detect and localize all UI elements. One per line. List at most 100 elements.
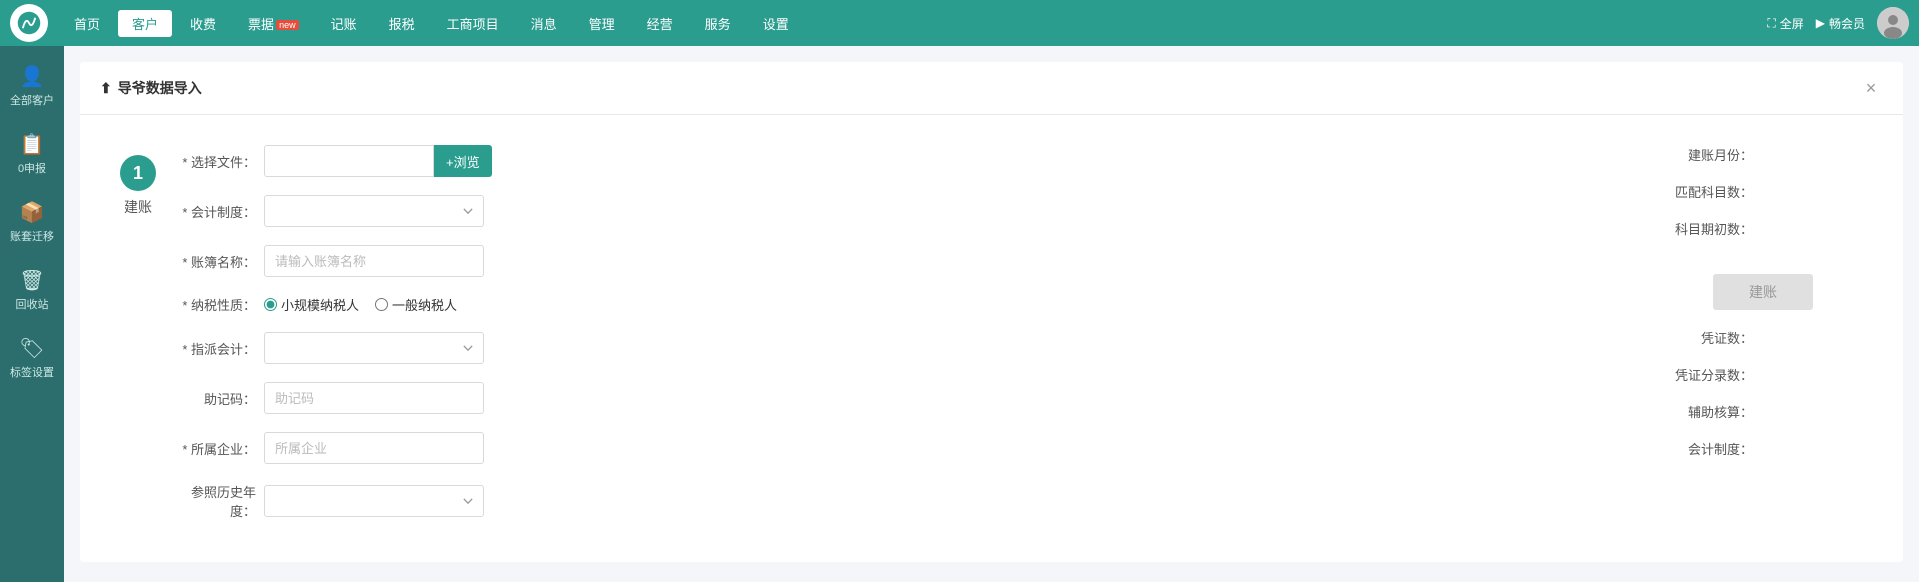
sidebar-item-label-recycle: 回收站 [16, 296, 49, 312]
system-row: 会计制度： [1663, 439, 1863, 458]
new-badge: new [276, 20, 299, 30]
nav-item-charge[interactable]: 收费 [176, 10, 230, 37]
accounting-select[interactable] [264, 195, 484, 227]
accountant-select[interactable] [264, 332, 484, 364]
tax-general-text: 一般纳税人 [392, 295, 457, 314]
nav-item-invoice[interactable]: 票据new [234, 10, 313, 37]
period-label: 科目期初数： [1663, 219, 1753, 238]
company-input[interactable] [264, 432, 484, 464]
form-area: 1 建账 * 选择文件： +浏览 [80, 115, 1903, 550]
member-label: 畅会员 [1829, 15, 1865, 32]
nav-item-home[interactable]: 首页 [60, 10, 114, 37]
ledger-row: * 账簿名称： [176, 245, 1623, 277]
nav-item-tax[interactable]: 报税 [375, 10, 429, 37]
voucher-label: 凭证数： [1663, 328, 1753, 347]
accountant-row: * 指派会计： [176, 332, 1623, 364]
sidebar-item-account-migrate[interactable]: 📦 账套迁移 [2, 190, 62, 254]
match-label: 匹配科目数： [1663, 182, 1753, 201]
memo-label: 助记码： [176, 389, 256, 408]
all-customers-icon: 👤 [20, 64, 45, 89]
sidebar-item-declaration[interactable]: 📋 0申报 [2, 122, 62, 186]
step-label: 建账 [124, 197, 152, 217]
panel-header: ⬆ 导爷数据导入 × [80, 62, 1903, 115]
fullscreen-btn[interactable]: ⛶ 全屏 [1767, 15, 1803, 32]
voucher-row: 凭证数： [1663, 328, 1863, 347]
ledger-input[interactable] [264, 245, 484, 277]
fullscreen-label: 全屏 [1780, 15, 1804, 32]
nav-right: ⛶ 全屏 ▶ 畅会员 [1767, 7, 1909, 39]
file-input-group: +浏览 [264, 145, 492, 177]
account-migrate-icon: 📦 [20, 200, 45, 225]
main-layout: 👤 全部客户 📋 0申报 📦 账套迁移 🗑 回收站 🏷 标签设置 ⬆ 导爷数据导… [0, 46, 1919, 582]
tax-small-text: 小规模纳税人 [281, 295, 359, 314]
tag-icon: 🏷 [19, 336, 44, 361]
sidebar-item-label-declaration: 0申报 [18, 160, 46, 176]
sidebar-item-label-account-migrate: 账套迁移 [10, 228, 54, 244]
panel-title: ⬆ 导爷数据导入 [100, 78, 202, 98]
sidebar-item-label-tag-settings: 标签设置 [10, 364, 54, 380]
sidebar-item-all-customers[interactable]: 👤 全部客户 [2, 54, 62, 118]
close-button[interactable]: × [1859, 76, 1883, 100]
tax-general-radio[interactable] [375, 298, 388, 311]
tax-small-radio[interactable] [264, 298, 277, 311]
main-content: ⬆ 导爷数据导入 × 1 建账 * 选择文件： [64, 46, 1919, 582]
top-nav: 首页 客户 收费 票据new 记账 报税 工商项目 消息 管理 经营 服务 设置… [0, 0, 1919, 46]
voucher-records-row: 凭证分录数： [1663, 365, 1863, 384]
company-row: * 所属企业： [176, 432, 1623, 464]
right-info-panel: 建账月份： 匹配科目数： 科目期初数： 建账 [1623, 145, 1863, 520]
app-logo[interactable] [10, 4, 48, 42]
recycle-icon: 🗑 [19, 268, 44, 293]
nav-item-manage[interactable]: 管理 [575, 10, 629, 37]
period-row: 科目期初数： [1663, 219, 1863, 238]
sidebar-item-tag-settings[interactable]: 🏷 标签设置 [2, 326, 62, 390]
user-avatar[interactable] [1877, 7, 1909, 39]
member-btn[interactable]: ▶ 畅会员 [1816, 15, 1865, 32]
nav-item-operate[interactable]: 经营 [633, 10, 687, 37]
company-label: * 所属企业： [176, 439, 256, 458]
upload-icon: ⬆ [100, 80, 112, 97]
accountant-label: * 指派会计： [176, 339, 256, 358]
nav-item-customer[interactable]: 客户 [118, 10, 172, 37]
nav-item-service[interactable]: 服务 [691, 10, 745, 37]
step-badge: 1 [120, 155, 156, 191]
accounting-label: * 会计制度： [176, 202, 256, 221]
fullscreen-icon: ⛶ [1767, 16, 1775, 31]
memo-input[interactable] [264, 382, 484, 414]
nav-item-message[interactable]: 消息 [517, 10, 571, 37]
nav-item-settings[interactable]: 设置 [749, 10, 803, 37]
month-row: 建账月份： [1663, 145, 1863, 164]
voucher-records-label: 凭证分录数： [1663, 365, 1753, 384]
tax-row: * 纳税性质： 小规模纳税人 一般纳税人 [176, 295, 1623, 314]
nav-item-account[interactable]: 记账 [317, 10, 371, 37]
ledger-label: * 账簿名称： [176, 252, 256, 271]
aux-label: 辅助核算： [1663, 402, 1753, 421]
file-input[interactable] [264, 145, 434, 177]
tax-label: * 纳税性质： [176, 295, 256, 314]
memo-row: 助记码： [176, 382, 1623, 414]
sidebar-item-recycle[interactable]: 🗑 回收站 [2, 258, 62, 322]
sidebar: 👤 全部客户 📋 0申报 📦 账套迁移 🗑 回收站 🏷 标签设置 [0, 46, 64, 582]
tax-general-label[interactable]: 一般纳税人 [375, 295, 457, 314]
build-account-button[interactable]: 建账 [1713, 274, 1813, 310]
history-label: 参照历史年度： [176, 482, 256, 520]
import-panel: ⬆ 导爷数据导入 × 1 建账 * 选择文件： [80, 62, 1903, 562]
file-label: * 选择文件： [176, 152, 256, 171]
aux-row: 辅助核算： [1663, 402, 1863, 421]
member-icon: ▶ [1816, 16, 1825, 30]
match-row: 匹配科目数： [1663, 182, 1863, 201]
history-row: 参照历史年度： [176, 482, 1623, 520]
form-grid: * 选择文件： +浏览 * 会计制度： [176, 145, 1623, 520]
file-select-row: * 选择文件： +浏览 [176, 145, 1623, 177]
declaration-icon: 📋 [20, 132, 45, 157]
tax-radio-group: 小规模纳税人 一般纳税人 [264, 295, 457, 314]
browse-button[interactable]: +浏览 [434, 145, 492, 177]
system-label: 会计制度： [1663, 439, 1753, 458]
nav-item-business[interactable]: 工商项目 [433, 10, 513, 37]
month-label: 建账月份： [1663, 145, 1753, 164]
history-select[interactable] [264, 485, 484, 517]
sidebar-item-label-all-customers: 全部客户 [10, 92, 54, 108]
tax-small-label[interactable]: 小规模纳税人 [264, 295, 359, 314]
accounting-row: * 会计制度： [176, 195, 1623, 227]
form-left: 1 建账 * 选择文件： +浏览 [120, 145, 1623, 520]
panel-title-text: 导爷数据导入 [118, 78, 202, 98]
